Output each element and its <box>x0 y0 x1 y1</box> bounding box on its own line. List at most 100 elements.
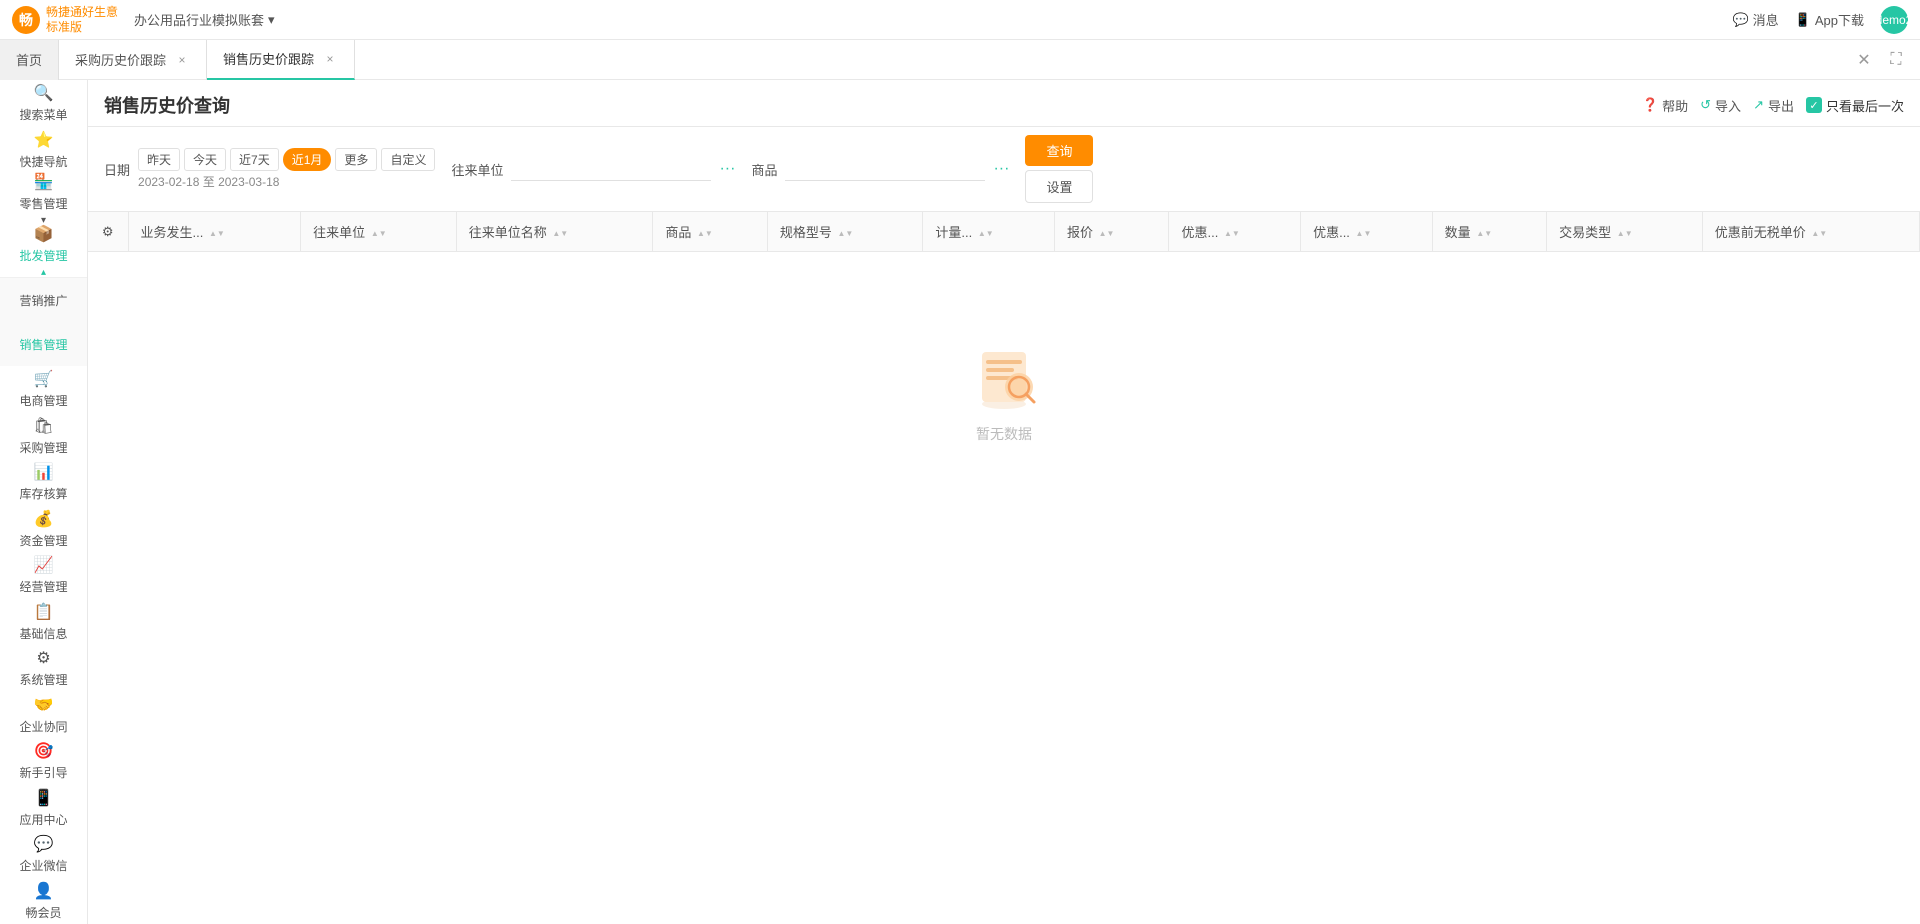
date-btn-custom[interactable]: 自定义 <box>381 148 435 171</box>
finance-icon: 💰 <box>34 509 54 529</box>
sort-icon: ▲▼ <box>209 229 225 238</box>
help-button[interactable]: ❓ 帮助 <box>1642 96 1688 115</box>
date-btn-1month[interactable]: 近1月 <box>283 148 332 171</box>
sidebar-item-enterprise[interactable]: 🤝 企业协同 <box>0 692 87 739</box>
last-only-checkbox[interactable]: 只看最后一次 <box>1806 96 1904 115</box>
sidebar-item-search[interactable]: 🔍 搜索菜单 <box>0 80 87 127</box>
sidebar-sub-wholesale: 营销推广 销售管理 <box>0 277 87 366</box>
sidebar-item-wholesale[interactable]: 📦 批发管理 ▴ <box>0 225 87 277</box>
sort-icon: ▲▼ <box>1617 229 1633 238</box>
tab-purchase-history-close[interactable]: × <box>174 52 190 68</box>
member-icon: 👤 <box>34 881 54 901</box>
sort-icon: ▲▼ <box>697 229 713 238</box>
import-icon: ↺ <box>1700 97 1711 113</box>
tab-purchase-history-label: 采购历史价跟踪 <box>75 50 166 69</box>
date-buttons: 昨天 今天 近7天 近1月 更多 自定义 <box>138 148 435 171</box>
table-col-partner-code[interactable]: 往来单位 ▲▼ <box>301 212 457 252</box>
sidebar: 🔍 搜索菜单 ⭐ 快捷导航 🏪 零售管理 ▾ 📦 批发管理 ▴ 营销推广 销售管… <box>0 80 88 924</box>
sort-icon: ▲▼ <box>552 229 568 238</box>
sort-icon: ▲▼ <box>371 229 387 238</box>
sort-icon: ▲▼ <box>1811 229 1827 238</box>
app-center-icon: 📱 <box>34 788 54 808</box>
table-col-partner-name[interactable]: 往来单位名称 ▲▼ <box>456 212 653 252</box>
app-selector[interactable]: 办公用品行业模拟账套 ▾ <box>126 10 283 29</box>
tab-bar-actions: ✕ ⛶ <box>1852 48 1920 72</box>
partner-label: 往来单位 <box>451 160 503 179</box>
search-icon: 🔍 <box>34 83 54 103</box>
sidebar-item-ecom[interactable]: 🛒 电商管理 <box>0 366 87 413</box>
date-btn-more[interactable]: 更多 <box>335 148 377 171</box>
date-filter-wrap: 昨天 今天 近7天 近1月 更多 自定义 2023-02-18 至 2023-0… <box>138 148 435 190</box>
tab-sales-history-close[interactable]: × <box>322 51 338 67</box>
logo-icon: 畅 <box>12 6 40 34</box>
table-wrap: ⚙ 业务发生... ▲▼ 往来单位 ▲▼ 往来单位名称 ▲▼ <box>88 212 1920 924</box>
sidebar-sub-item-marketing[interactable]: 营销推广 <box>0 278 87 322</box>
table-col-unit[interactable]: 计量... ▲▼ <box>923 212 1055 252</box>
sidebar-item-wechat[interactable]: 💬 企业微信 <box>0 831 87 878</box>
top-bar-right: 💬 消息 📱 App下载 demo2 <box>1732 6 1908 34</box>
tab-sales-history-label: 销售历史价跟踪 <box>223 49 314 68</box>
export-icon: ↗ <box>1753 97 1764 113</box>
table-col-qty[interactable]: 数量 ▲▼ <box>1432 212 1546 252</box>
partner-input[interactable] <box>511 157 711 181</box>
sidebar-item-basic-info[interactable]: 📋 基础信息 <box>0 599 87 646</box>
app-download-button[interactable]: 📱 App下载 <box>1795 10 1864 29</box>
product-input[interactable] <box>785 157 985 181</box>
sidebar-item-system[interactable]: ⚙ 系统管理 <box>0 645 87 692</box>
sidebar-item-inventory[interactable]: 📊 库存核算 <box>0 459 87 506</box>
top-bar-left: 畅 畅捷通好生意 标准版 办公用品行业模拟账套 ▾ <box>12 5 283 34</box>
chevron-up-icon: ▴ <box>41 267 46 278</box>
settings-button[interactable]: 设置 <box>1025 170 1093 203</box>
sort-icon: ▲▼ <box>837 229 853 238</box>
chevron-down-icon: ▾ <box>268 12 275 28</box>
user-avatar[interactable]: demo2 <box>1880 6 1908 34</box>
enterprise-icon: 🤝 <box>34 695 54 715</box>
inventory-icon: 📊 <box>34 462 54 482</box>
table-col-product[interactable]: 商品 ▲▼ <box>653 212 767 252</box>
tab-home[interactable]: 首页 <box>0 40 59 80</box>
sidebar-item-newbie[interactable]: 🎯 新手引导 <box>0 738 87 785</box>
tab-sales-history[interactable]: 销售历史价跟踪 × <box>207 40 355 80</box>
date-btn-7days[interactable]: 近7天 <box>230 148 279 171</box>
table-col-trade-type[interactable]: 交易类型 ▲▼ <box>1547 212 1703 252</box>
page-title: 销售历史价查询 <box>104 92 230 118</box>
product-dots[interactable]: ··· <box>993 160 1009 178</box>
import-button[interactable]: ↺ 导入 <box>1700 96 1741 115</box>
star-icon: ⭐ <box>34 130 54 150</box>
wholesale-icon: 📦 <box>34 224 54 244</box>
retail-icon: 🏪 <box>34 172 54 192</box>
table-col-gear[interactable]: ⚙ <box>88 212 128 252</box>
export-button[interactable]: ↗ 导出 <box>1753 96 1794 115</box>
date-btn-today[interactable]: 今天 <box>184 148 226 171</box>
query-button[interactable]: 查询 <box>1025 135 1093 166</box>
table-col-spec[interactable]: 规格型号 ▲▼ <box>767 212 923 252</box>
table-col-price[interactable]: 报价 ▲▼ <box>1055 212 1169 252</box>
avatar: demo2 <box>1880 6 1908 34</box>
action-buttons: 查询 设置 <box>1025 135 1093 203</box>
purchase-icon: 🛍 <box>33 416 53 436</box>
tab-purchase-history[interactable]: 采购历史价跟踪 × <box>59 40 207 80</box>
date-filter-group: 日期 昨天 今天 近7天 近1月 更多 自定义 2023-02-18 至 202… <box>104 148 435 190</box>
table-col-discount2[interactable]: 优惠... ▲▼ <box>1301 212 1433 252</box>
sidebar-item-retail[interactable]: 🏪 零售管理 ▾ <box>0 173 87 225</box>
page-header: 销售历史价查询 ❓ 帮助 ↺ 导入 ↗ 导出 只看最后一次 <box>88 80 1920 127</box>
sidebar-item-operation[interactable]: 📈 经营管理 <box>0 552 87 599</box>
tab-bar: 首页 采购历史价跟踪 × 销售历史价跟踪 × ✕ ⛶ <box>0 40 1920 80</box>
sidebar-item-member[interactable]: 👤 畅会员 <box>0 878 87 924</box>
checkbox-checked-icon <box>1806 97 1822 113</box>
sidebar-item-finance[interactable]: 💰 资金管理 <box>0 506 87 553</box>
tab-close-all-button[interactable]: ✕ <box>1852 48 1876 72</box>
table-header-row: ⚙ 业务发生... ▲▼ 往来单位 ▲▼ 往来单位名称 ▲▼ <box>88 212 1920 252</box>
date-filter-label: 日期 <box>104 160 130 179</box>
table-col-discount1[interactable]: 优惠... ▲▼ <box>1169 212 1301 252</box>
sidebar-item-app-center[interactable]: 📱 应用中心 <box>0 785 87 832</box>
message-button[interactable]: 💬 消息 <box>1732 10 1778 29</box>
sidebar-item-purchase[interactable]: 🛍 采购管理 <box>0 413 87 460</box>
tab-maximize-button[interactable]: ⛶ <box>1884 48 1908 72</box>
partner-dots[interactable]: ··· <box>719 160 735 178</box>
table-col-biz-date[interactable]: 业务发生... ▲▼ <box>128 212 301 252</box>
sidebar-item-shortcut[interactable]: ⭐ 快捷导航 <box>0 127 87 174</box>
sidebar-sub-item-sales-mgmt[interactable]: 销售管理 <box>0 322 87 366</box>
date-btn-yesterday[interactable]: 昨天 <box>138 148 180 171</box>
table-col-pre-tax[interactable]: 优惠前无税单价 ▲▼ <box>1702 212 1919 252</box>
